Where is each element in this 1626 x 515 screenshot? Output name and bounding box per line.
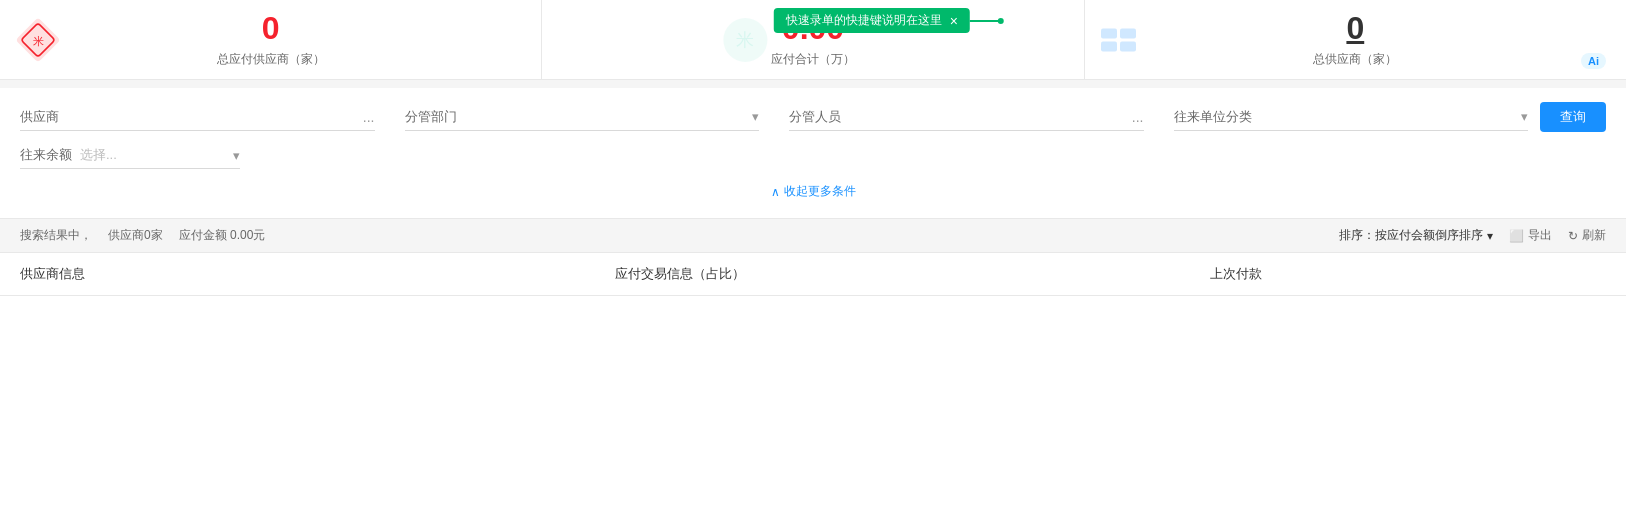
sort-button[interactable]: 排序：按应付会额倒序排序 ▾	[1339, 227, 1493, 244]
result-actions: 排序：按应付会额倒序排序 ▾ ⬜ 导出 ↻ 刷新	[1339, 227, 1606, 244]
table-header: 供应商信息 应付交易信息（占比） 上次付款	[0, 253, 1626, 296]
person-label: 分管人员	[789, 108, 841, 126]
sort-label: 排序：按应付会额倒序排序	[1339, 227, 1483, 244]
supplier-input[interactable]	[68, 109, 363, 124]
svg-text:米: 米	[33, 35, 44, 47]
search-result-text: 搜索结果中，	[20, 227, 92, 244]
export-label: 导出	[1528, 227, 1552, 244]
person-input[interactable]	[849, 109, 1132, 124]
diamond-icon: 米	[16, 18, 60, 62]
supplier-more-icon[interactable]: ...	[363, 109, 375, 125]
payment-amount-text: 应付金额 0.00元	[179, 227, 266, 244]
person-more-icon[interactable]: ...	[1132, 109, 1144, 125]
shortcut-tooltip: 快速录单的快捷键说明在这里 ×	[774, 8, 970, 33]
unit-class-arrow-icon: ▾	[1521, 109, 1528, 124]
filter-balance[interactable]: 往来余额 选择... ▾	[20, 142, 240, 169]
filter-unit-class[interactable]: 往来单位分类 ▾	[1174, 104, 1529, 131]
export-button[interactable]: ⬜ 导出	[1509, 227, 1552, 244]
tooltip-close-btn[interactable]: ×	[950, 14, 958, 28]
stat-total-payable-suppliers: 米 0 总应付供应商（家）	[0, 0, 542, 79]
department-arrow-icon: ▾	[752, 109, 759, 124]
filter-row-2: 往来余额 选择... ▾	[20, 142, 1606, 169]
tooltip-dot	[996, 16, 1006, 26]
collapse-row: ∧ 收起更多条件	[20, 179, 1606, 208]
filter-row-1: 供应商 ... 分管部门 ▾ 分管人员 ... 往来单位分类 ▾ 查询	[20, 102, 1606, 132]
supplier-label: 供应商	[20, 108, 60, 126]
total-payable-label: 总应付供应商（家）	[217, 51, 325, 68]
department-label: 分管部门	[405, 108, 457, 126]
total-suppliers-value: 0	[1346, 11, 1364, 46]
table-body	[0, 296, 1626, 515]
col-header-transaction: 应付交易信息（占比）	[615, 265, 1210, 283]
collapse-up-icon: ∧	[771, 185, 780, 199]
sort-arrow-icon: ▾	[1487, 229, 1493, 243]
mint-icon: 米	[719, 14, 771, 66]
total-payable-value: 0	[262, 11, 280, 46]
result-bar: 搜索结果中， 供应商0家 应付金额 0.00元 排序：按应付会额倒序排序 ▾ ⬜…	[0, 219, 1626, 253]
refresh-icon: ↻	[1568, 229, 1578, 243]
payable-total-label: 应付合计（万）	[771, 51, 855, 68]
col-header-last-payment: 上次付款	[1210, 265, 1607, 283]
refresh-label: 刷新	[1582, 227, 1606, 244]
result-info: 搜索结果中， 供应商0家 应付金额 0.00元	[20, 227, 265, 244]
filter-department[interactable]: 分管部门 ▾	[405, 104, 760, 131]
stat-total-suppliers: 0 总供应商（家） Ai	[1085, 0, 1626, 79]
col-header-supplier: 供应商信息	[20, 265, 615, 283]
svg-text:米: 米	[736, 30, 754, 50]
data-table: 供应商信息 应付交易信息（占比） 上次付款	[0, 253, 1626, 515]
query-button[interactable]: 查询	[1540, 102, 1606, 132]
balance-label: 往来余额	[20, 146, 72, 164]
balance-placeholder: 选择...	[80, 146, 233, 164]
stat-payable-total: 米 快速录单的快捷键说明在这里 × 0.00 应付合计（万）	[542, 0, 1084, 79]
ai-badge[interactable]: Ai	[1581, 53, 1606, 69]
supplier-count-text: 供应商0家	[108, 227, 163, 244]
total-suppliers-label: 总供应商（家）	[1313, 51, 1397, 68]
filter-supplier: 供应商 ...	[20, 104, 375, 131]
filter-area: 供应商 ... 分管部门 ▾ 分管人员 ... 往来单位分类 ▾ 查询 往来余额…	[0, 88, 1626, 219]
shortcut-tooltip-text: 快速录单的快捷键说明在这里	[786, 12, 942, 29]
blue-squares-decoration	[1101, 28, 1136, 51]
unit-class-label: 往来单位分类	[1174, 108, 1252, 126]
stats-bar: 米 0 总应付供应商（家） 米 快速录单的快捷键说明在这里 × 0.00 应付合…	[0, 0, 1626, 80]
balance-arrow-icon: ▾	[233, 148, 240, 163]
filter-person: 分管人员 ...	[789, 104, 1144, 131]
collapse-label: 收起更多条件	[784, 183, 856, 200]
collapse-button[interactable]: ∧ 收起更多条件	[771, 183, 856, 200]
export-icon: ⬜	[1509, 229, 1524, 243]
refresh-button[interactable]: ↻ 刷新	[1568, 227, 1606, 244]
